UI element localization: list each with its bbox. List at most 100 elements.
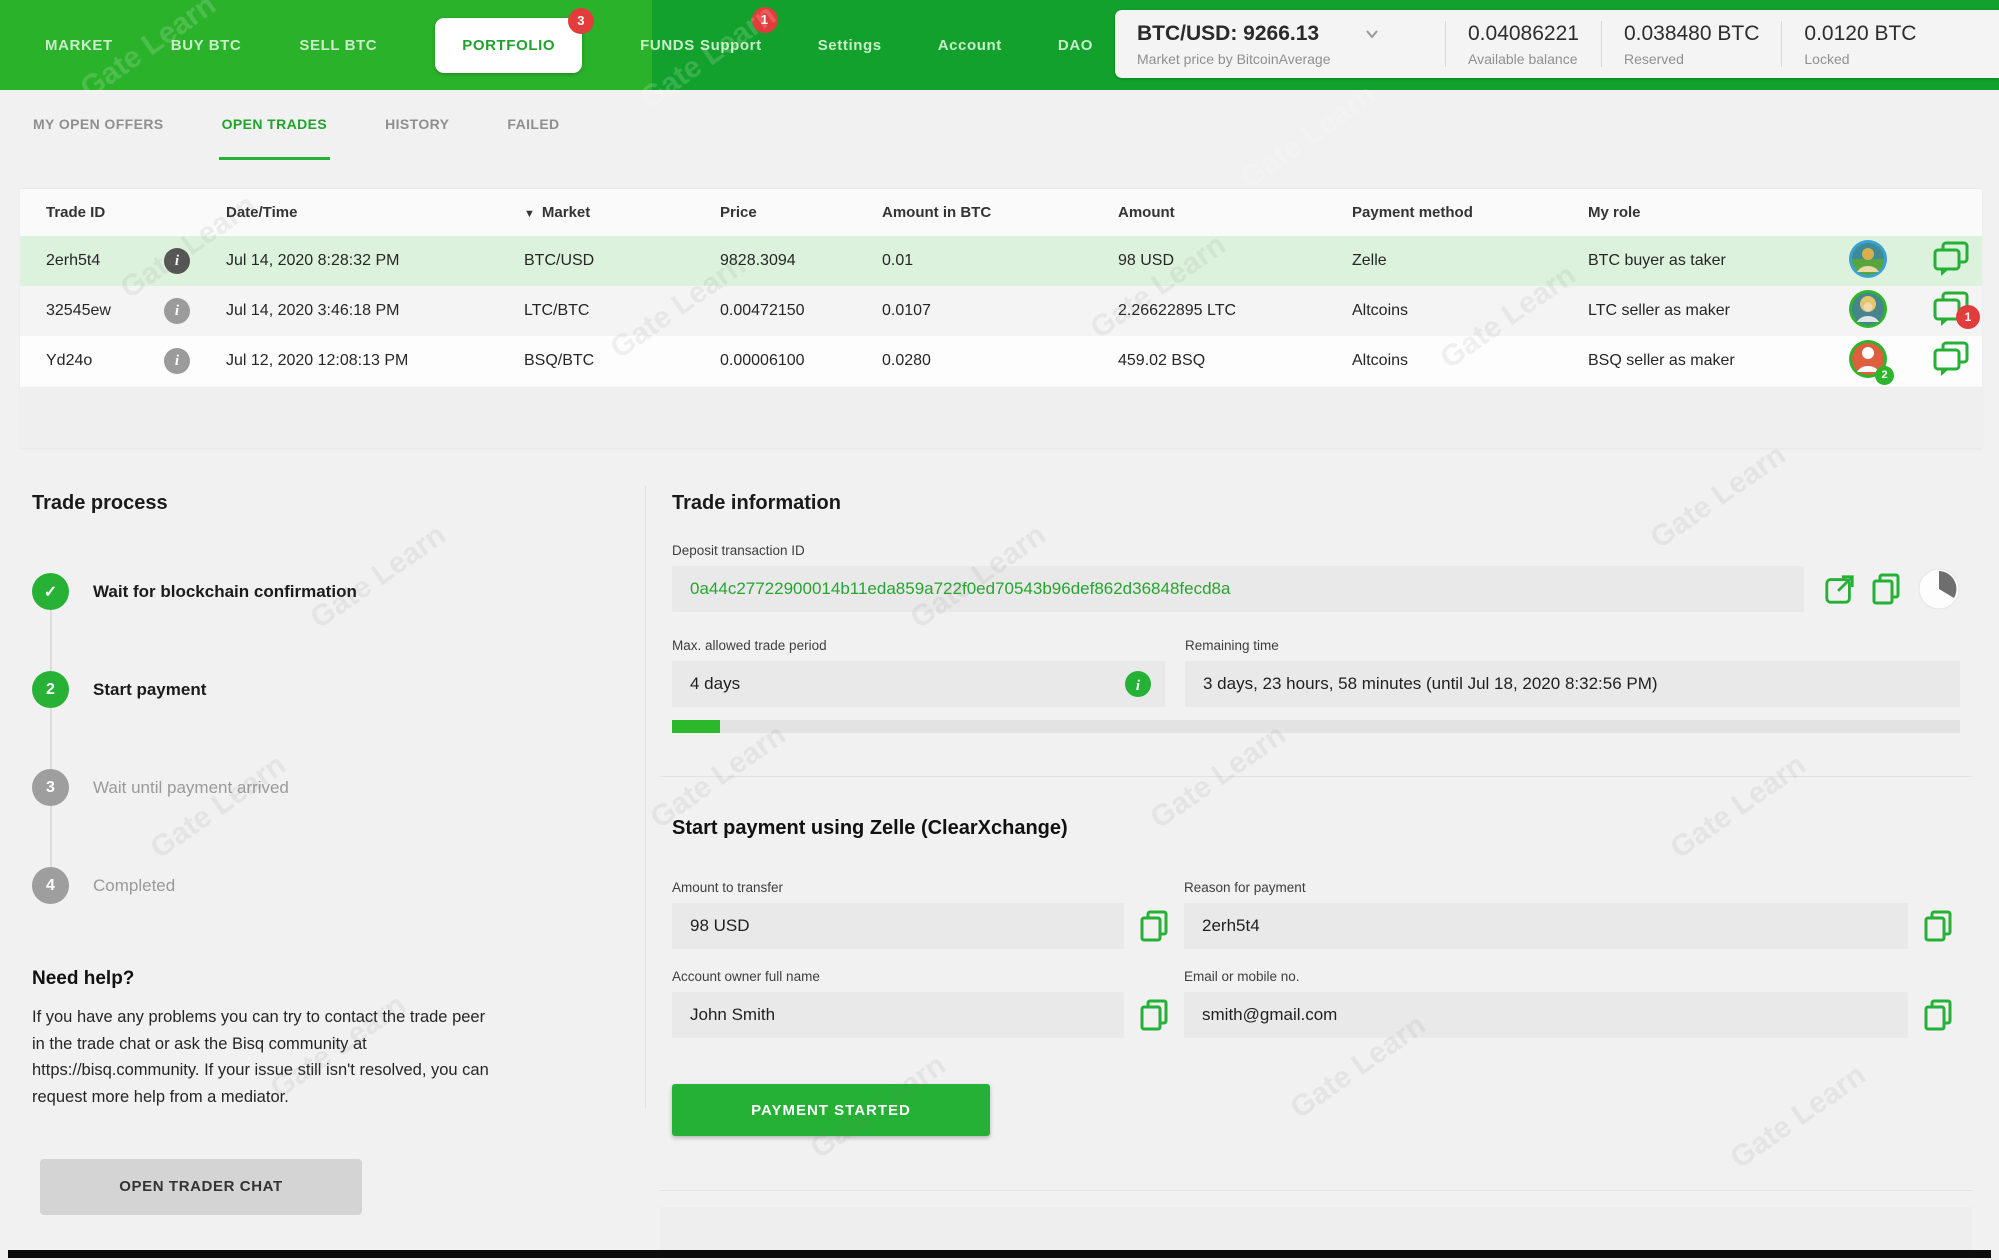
copy-icon[interactable]: [1132, 910, 1176, 942]
need-help-body: If you have any problems you can try to …: [32, 1008, 489, 1107]
step-completed: 4 Completed: [32, 867, 622, 904]
trade-information-title: Trade information: [672, 492, 841, 514]
amount-cell: 2.26622895 LTC: [1118, 302, 1237, 319]
nav-portfolio-label: PORTFOLIO: [462, 36, 556, 54]
payment-started-button[interactable]: PAYMENT STARTED: [672, 1084, 990, 1136]
market-cell: BTC/USD: [524, 252, 595, 269]
external-link-icon[interactable]: [1824, 573, 1856, 605]
sort-desc-icon: ▼: [524, 208, 535, 220]
nav-market[interactable]: MARKET: [45, 37, 113, 54]
copy-icon[interactable]: [1916, 999, 1960, 1031]
tab-open-trades[interactable]: OPEN TRADES: [218, 90, 331, 160]
avatar-icon: [1849, 239, 1887, 278]
deposit-tx-field[interactable]: 0a44c27722900014b11eda859a722f0ed70543b9…: [672, 566, 1804, 612]
col-amount[interactable]: Amount: [1062, 204, 1294, 221]
role-cell: BTC buyer as taker: [1588, 252, 1726, 269]
copy-icon[interactable]: [1132, 999, 1176, 1031]
table-row[interactable]: 2erh5t4 i Jul 14, 2020 8:28:32 PM BTC/US…: [20, 236, 1982, 286]
copy-icon[interactable]: [1916, 910, 1960, 942]
col-payment-method[interactable]: Payment method: [1294, 204, 1532, 221]
nav-support-label: Support: [700, 36, 762, 54]
window-bottom-edge: [8, 1250, 1991, 1258]
info-icon[interactable]: i: [164, 248, 190, 274]
trade-period-label: Max. allowed trade period: [672, 638, 827, 653]
nav-support[interactable]: Support 1: [700, 6, 778, 54]
col-date-time[interactable]: Date/Time: [226, 204, 494, 221]
chevron-down-icon[interactable]: [1365, 27, 1379, 41]
trade-chat-icon[interactable]: [1932, 241, 1970, 281]
col-amount-in-btc[interactable]: Amount in BTC: [832, 204, 1062, 221]
market-cell: BSQ/BTC: [524, 352, 595, 369]
reason-for-payment-field[interactable]: 2erh5t4: [1184, 903, 1908, 949]
trade-information-panel: Trade information Deposit transaction ID…: [660, 492, 1972, 1260]
available-balance-block: 0.04086221 Available balance: [1446, 22, 1601, 67]
available-balance-label: Available balance: [1468, 50, 1578, 67]
trade-id-cell: 32545ew: [46, 302, 111, 319]
trade-period-value: 4 days: [690, 674, 741, 693]
col-price[interactable]: Price: [672, 204, 832, 221]
nav-account[interactable]: Account: [938, 37, 1002, 54]
tab-failed[interactable]: FAILED: [504, 90, 562, 160]
deposit-tx-value[interactable]: 0a44c27722900014b11eda859a722f0ed70543b9…: [690, 579, 1230, 599]
email-or-mobile-field[interactable]: smith@gmail.com: [1184, 992, 1908, 1038]
payment-method-cell: Zelle: [1352, 252, 1387, 269]
open-trader-chat-button[interactable]: OPEN TRADER CHAT: [40, 1158, 362, 1215]
tab-history[interactable]: HISTORY: [382, 90, 452, 160]
amount-cell: 459.02 BSQ: [1118, 352, 1206, 369]
date-cell: Jul 12, 2020 12:08:13 PM: [226, 352, 409, 369]
top-navigation-bar: MARKET BUY BTC SELL BTC PORTFOLIO 3 FUND…: [0, 0, 1999, 90]
step-wait-payment-arrived: 3 Wait until payment arrived: [32, 769, 622, 806]
market-price-selector[interactable]: BTC/USD: 9266.13 Market price by Bitcoin…: [1115, 22, 1445, 67]
available-balance-value: 0.04086221: [1468, 21, 1579, 45]
col-my-role[interactable]: My role: [1532, 204, 1832, 221]
payment-section-title: Start payment using Zelle (ClearXchange): [672, 817, 1068, 839]
price-cell: 0.00006100: [720, 352, 805, 369]
nav-sell-btc[interactable]: SELL BTC: [299, 37, 377, 54]
portfolio-tabs: MY OPEN OFFERS OPEN TRADES HISTORY FAILE…: [0, 90, 1999, 160]
avatar-icon: [1849, 289, 1887, 328]
trade-chat-icon[interactable]: 1: [1932, 291, 1980, 331]
amount-to-transfer-field[interactable]: 98 USD: [672, 903, 1124, 949]
peer-avatar[interactable]: [1848, 289, 1888, 333]
tx-confirmation-timer-icon: [1918, 568, 1960, 610]
table-row[interactable]: 32545ew i Jul 14, 2020 3:46:18 PM LTC/BT…: [20, 286, 1982, 336]
nav-funds[interactable]: FUNDS: [640, 37, 695, 54]
table-empty-area: [20, 386, 1982, 448]
tab-my-open-offers[interactable]: MY OPEN OFFERS: [30, 90, 167, 160]
trade-period-progress-fill: [672, 720, 720, 733]
col-market[interactable]: ▼ Market: [494, 204, 672, 221]
locked-balance-label: Locked: [1804, 50, 1850, 67]
info-icon[interactable]: i: [164, 348, 190, 374]
copy-icon[interactable]: [1870, 573, 1902, 605]
reserved-balance-value: 0.038480 BTC: [1623, 21, 1760, 45]
step-connector: [50, 610, 52, 671]
market-price-panel: BTC/USD: 9266.13 Market price by Bitcoin…: [1115, 10, 1999, 78]
primary-nav: MARKET BUY BTC SELL BTC PORTFOLIO 3 FUND…: [45, 0, 695, 90]
account-owner-field[interactable]: John Smith: [672, 992, 1124, 1038]
table-row[interactable]: Yd24o i Jul 12, 2020 12:08:13 PM BSQ/BTC…: [20, 336, 1982, 386]
secondary-nav: Support 1 Settings Account DAO: [700, 0, 1093, 90]
market-price-value: BTC/USD: 9266.13: [1137, 21, 1320, 45]
trade-process-steps: ✓ Wait for blockchain confirmation 2 Sta…: [32, 573, 622, 904]
avatar-count-badge: 2: [1875, 365, 1894, 385]
peer-avatar[interactable]: 2: [1848, 339, 1894, 385]
amount-btc-cell: 0.01: [882, 252, 914, 269]
trade-process-panel: Trade process ✓ Wait for blockchain conf…: [32, 492, 622, 1215]
nav-settings[interactable]: Settings: [818, 37, 882, 54]
step-number: 3: [32, 769, 69, 806]
peer-avatar[interactable]: [1848, 239, 1888, 283]
need-help-section: Need help? If you have any problems you …: [32, 968, 622, 1215]
nav-buy-btc[interactable]: BUY BTC: [171, 37, 242, 54]
trade-period-row: Max. allowed trade period 4 days i Remai…: [672, 638, 1960, 707]
trade-chat-icon[interactable]: [1932, 341, 1970, 381]
payment-form: Amount to transfer Reason for payment 98…: [672, 880, 1960, 1038]
nav-dao[interactable]: DAO: [1058, 37, 1093, 54]
market-cell: LTC/BTC: [524, 302, 590, 319]
col-trade-id[interactable]: Trade ID: [46, 204, 164, 221]
trade-period-progress: [672, 720, 1960, 733]
nav-portfolio-active[interactable]: PORTFOLIO 3: [435, 7, 595, 73]
reserved-balance-label: Reserved: [1623, 50, 1684, 67]
bisq-app-window: MARKET BUY BTC SELL BTC PORTFOLIO 3 FUND…: [0, 0, 1999, 1260]
info-icon[interactable]: i: [1125, 671, 1151, 697]
info-icon[interactable]: i: [164, 298, 190, 324]
